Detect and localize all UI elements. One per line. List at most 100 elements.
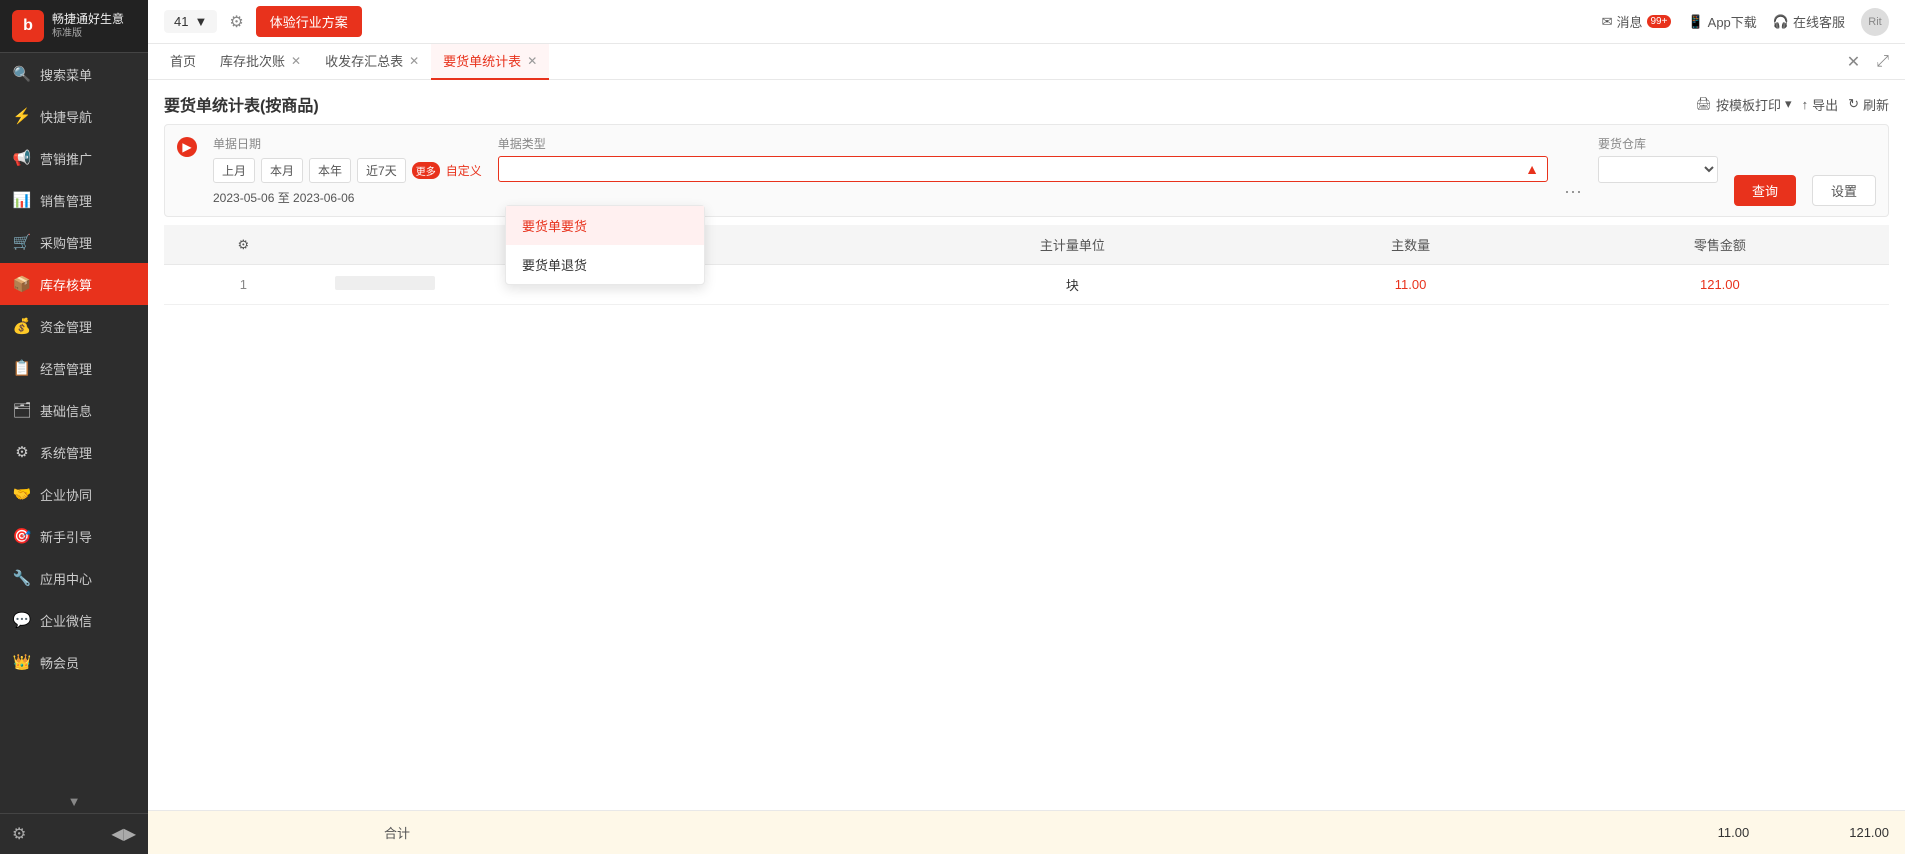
sidebar-item-营销推广[interactable]: 📢营销推广 xyxy=(0,137,148,179)
tab-close-3[interactable]: ✕ xyxy=(527,54,537,68)
sidebar-item-搜索菜单[interactable]: 🔍 搜索菜单 xyxy=(0,53,148,95)
edition-label: 标准版 xyxy=(52,27,124,41)
cell-quantity-0: 11.00 xyxy=(1270,265,1550,305)
table-header-row: ⚙ 商品 主计量单位 主数量 零售金额 xyxy=(164,225,1889,265)
nav-label-2: 营销推广 xyxy=(40,149,92,168)
refresh-action[interactable]: ↻ 刷新 xyxy=(1848,95,1889,114)
nav-label-0: 搜索菜单 xyxy=(40,65,92,84)
messages-icon: ✉ xyxy=(1602,14,1613,30)
export-label: 导出 xyxy=(1812,95,1838,114)
logo-text: 畅捷通好生意 标准版 xyxy=(52,11,124,42)
sidebar-item-畅会员[interactable]: 👑畅会员 xyxy=(0,641,148,683)
app-download-btn[interactable]: 📱 App下载 xyxy=(1687,12,1756,31)
headset-icon: 🎧 xyxy=(1773,14,1789,30)
custom-date-btn[interactable]: 自定义 xyxy=(446,162,482,179)
col-unit: 主计量单位 xyxy=(874,225,1270,265)
this-year-btn[interactable]: 本年 xyxy=(309,158,351,183)
tab-1[interactable]: 库存批次账 ✕ xyxy=(208,44,313,80)
sidebar-item-采购管理[interactable]: 🛒 采购管理 xyxy=(0,221,148,263)
empty-space xyxy=(148,518,1905,811)
nav-label-4: 采购管理 xyxy=(40,233,92,252)
nav-icon-0: 🔍 xyxy=(12,64,32,84)
setting-button[interactable]: 设置 xyxy=(1812,175,1876,206)
last-month-btn[interactable]: 上月 xyxy=(213,158,255,183)
more-date-options-badge[interactable]: 更多 xyxy=(412,162,440,179)
refresh-icon: ↻ xyxy=(1848,96,1859,112)
sidebar-item-应用中心[interactable]: 🔧应用中心 xyxy=(0,557,148,599)
refresh-label: 刷新 xyxy=(1863,95,1889,114)
col-settings[interactable]: ⚙ xyxy=(164,225,323,265)
nav-icon-8: 🗂 xyxy=(12,400,32,420)
tab-0[interactable]: 首页 xyxy=(158,44,208,80)
export-action[interactable]: ↑ 导出 xyxy=(1802,95,1839,114)
tab-close-1[interactable]: ✕ xyxy=(291,54,301,68)
company-selector[interactable]: 41 ▼ xyxy=(164,10,217,33)
company-number: 41 xyxy=(174,14,188,29)
sidebar-footer: ⚙ ◀▶ xyxy=(0,813,148,854)
tab-3[interactable]: 要货单统计表 ✕ xyxy=(431,44,549,80)
sidebar: b 畅捷通好生意 标准版 🔍搜索菜单⚡快捷导航📢营销推广📊销售管理🛒采购管理📦库… xyxy=(0,0,148,854)
cell-unit-0: 块 xyxy=(874,265,1270,305)
messages-btn[interactable]: ✉ 消息 99+ xyxy=(1602,12,1672,31)
sidebar-scroll-down[interactable]: ▼ xyxy=(0,790,148,813)
settings-icon[interactable]: ⚙ xyxy=(12,824,26,844)
sidebar-item-库存核算[interactable]: 📦库存核算 xyxy=(0,263,148,305)
more-filters-btn[interactable]: ··· xyxy=(1564,181,1582,206)
nav-label-14: 畅会员 xyxy=(40,653,79,672)
export-icon: ↑ xyxy=(1802,97,1809,112)
print-icon: 🖨 xyxy=(1696,96,1713,112)
expand-tabs-button[interactable]: ⤢ xyxy=(1870,50,1895,74)
this-month-btn[interactable]: 本月 xyxy=(261,158,303,183)
online-service-btn[interactable]: 🎧 在线客服 xyxy=(1773,12,1845,31)
type-filter-label: 单据类型 xyxy=(498,135,1548,152)
date-filter-label: 单据日期 xyxy=(213,135,482,152)
last-7-days-btn[interactable]: 近7天 xyxy=(357,158,406,183)
trial-button[interactable]: 体验行业方案 xyxy=(256,6,362,37)
dropdown-option-1[interactable]: 要货单退货 xyxy=(506,245,704,284)
warehouse-filter-label: 要货仓库 xyxy=(1598,135,1718,152)
nav-icon-6: 💰 xyxy=(12,316,32,336)
data-table-wrap: ⚙ 商品 主计量单位 主数量 零售金额 1 块 11.00 121.00 xyxy=(164,225,1889,518)
app-download-label: App下载 xyxy=(1708,12,1757,31)
nav-icon-4: 🛒 xyxy=(12,232,32,252)
nav-label-5: 库存核算 xyxy=(40,275,92,294)
sidebar-item-资金管理[interactable]: 💰资金管理 xyxy=(0,305,148,347)
nav-icon-9: ⚙ xyxy=(12,442,32,462)
sidebar-item-经营管理[interactable]: 📋经营管理 xyxy=(0,347,148,389)
close-all-tabs-button[interactable]: ✕ xyxy=(1841,50,1866,74)
sidebar-item-企业协同[interactable]: 🤝企业协同 xyxy=(0,473,148,515)
topbar-gear-icon[interactable]: ⚙ xyxy=(229,12,243,32)
sidebar-item-企业微信[interactable]: 💬企业微信 xyxy=(0,599,148,641)
col-amount: 零售金额 xyxy=(1551,225,1889,265)
type-dropdown-arrow[interactable]: ▲ xyxy=(1525,161,1539,177)
sidebar-item-系统管理[interactable]: ⚙系统管理 xyxy=(0,431,148,473)
cell-num-0: 1 xyxy=(164,265,323,305)
nav-icon-1: ⚡ xyxy=(12,106,32,126)
sidebar-item-新手引导[interactable]: 🎯新手引导 xyxy=(0,515,148,557)
nav-label-1: 快捷导航 xyxy=(40,107,92,126)
date-range-display: 2023-05-06 至 2023-06-06 xyxy=(213,189,482,206)
sidebar-item-基础信息[interactable]: 🗂基础信息 xyxy=(0,389,148,431)
sidebar-item-销售管理[interactable]: 📊销售管理 xyxy=(0,179,148,221)
tab-label-2: 收发存汇总表 xyxy=(325,51,403,70)
type-search-input[interactable] xyxy=(507,162,1525,177)
print-label: 按模板打印 xyxy=(1716,95,1781,114)
filter-expand-button[interactable]: ▶ xyxy=(177,137,197,157)
tab-close-2[interactable]: ✕ xyxy=(409,54,419,68)
footer-amount: 121.00 xyxy=(1849,825,1889,840)
nav-label-3: 销售管理 xyxy=(40,191,92,210)
tab-label-3: 要货单统计表 xyxy=(443,51,521,70)
print-action[interactable]: 🖨 按模板打印 ▾ xyxy=(1696,95,1792,114)
sidebar-item-快捷导航[interactable]: ⚡ 快捷导航 xyxy=(0,95,148,137)
warehouse-select[interactable] xyxy=(1598,156,1718,183)
tab-2[interactable]: 收发存汇总表 ✕ xyxy=(313,44,431,80)
collapse-icon[interactable]: ◀▶ xyxy=(111,824,136,844)
dropdown-option-0[interactable]: 要货单要货 xyxy=(506,206,704,245)
date-buttons-row: 上月 本月 本年 近7天 更多 自定义 xyxy=(213,158,482,183)
type-input-wrap[interactable]: ▲ xyxy=(498,156,1548,182)
product-placeholder-0 xyxy=(335,276,435,290)
tab-label-1: 库存批次账 xyxy=(220,51,285,70)
query-button[interactable]: 查询 xyxy=(1734,175,1796,206)
avatar[interactable]: Rit xyxy=(1861,8,1889,36)
type-filter-group: 单据类型 ▲ xyxy=(498,135,1548,182)
